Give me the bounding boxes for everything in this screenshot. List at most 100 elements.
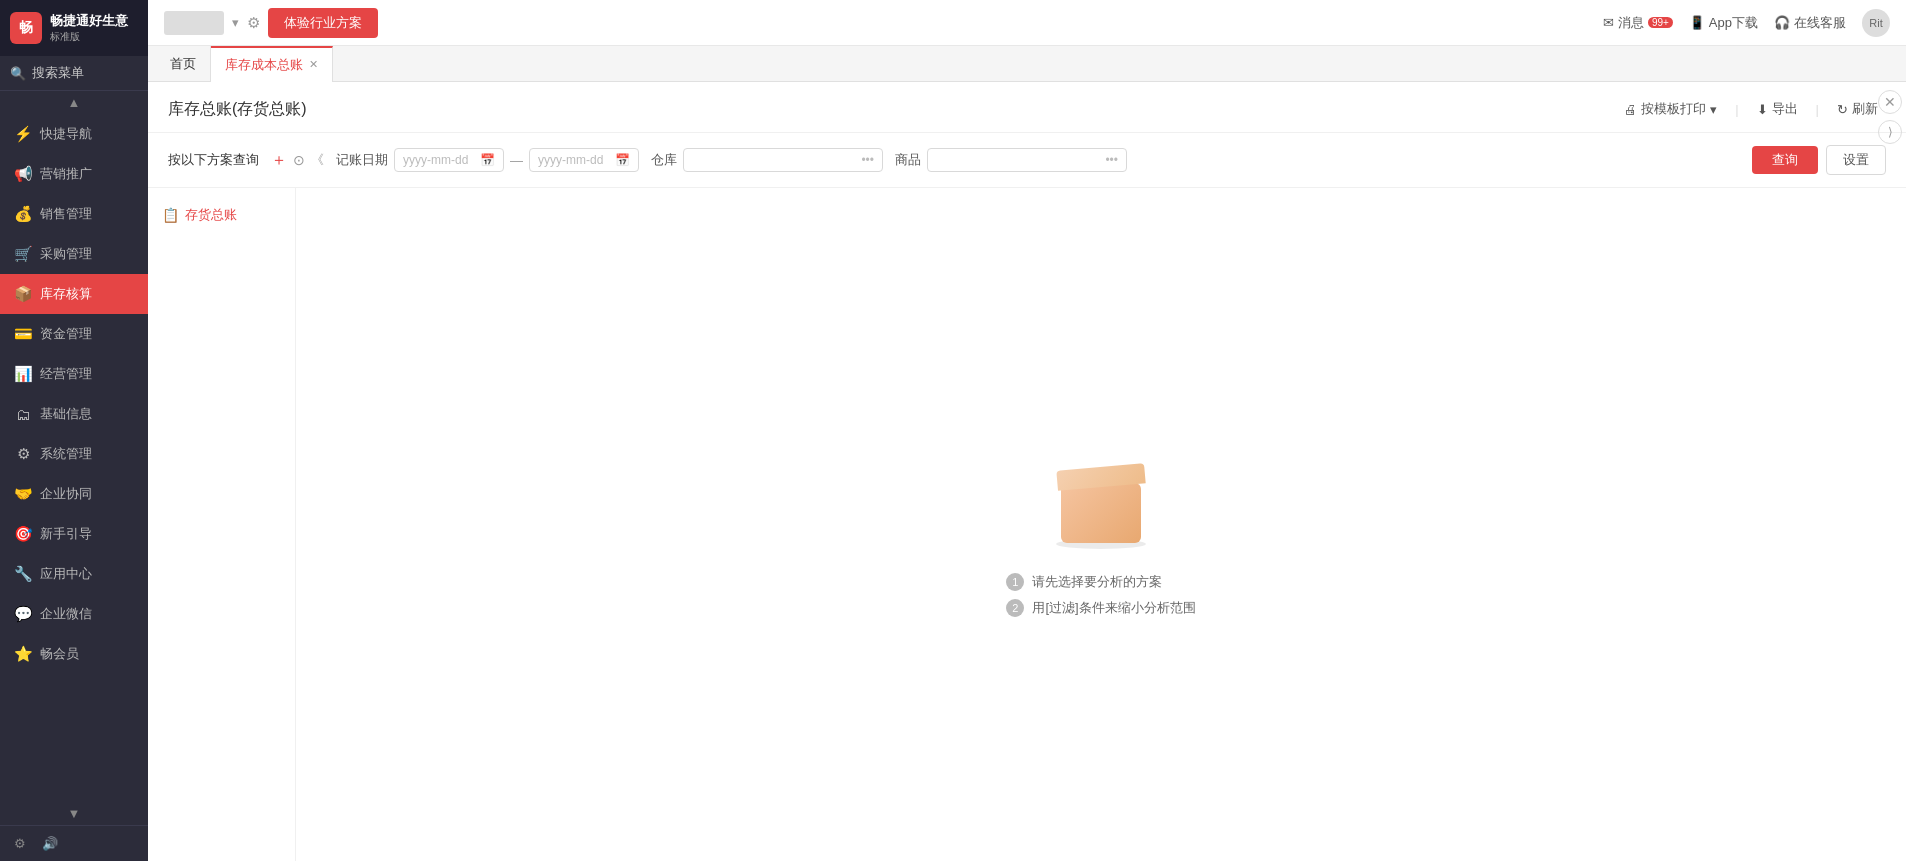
- date-end-input[interactable]: yyyy-mm-dd 📅: [529, 148, 639, 172]
- sidebar-item-finance[interactable]: 💳 资金管理: [0, 314, 148, 354]
- filter-add-button[interactable]: ＋: [271, 150, 287, 171]
- app-download-action[interactable]: 📱 App下载: [1689, 14, 1758, 32]
- sidebar-item-label: 快捷导航: [40, 125, 92, 143]
- sidebar-nav: ⚡ 快捷导航 📢 营销推广 💰 销售管理 🛒 采购管理 📦 库存核算 💳 资金管…: [0, 114, 148, 802]
- search-label: 搜索菜单: [32, 64, 84, 82]
- purchase-icon: 🛒: [14, 245, 32, 263]
- sidebar-item-label: 企业微信: [40, 605, 92, 623]
- scroll-down-btn[interactable]: ▼: [0, 802, 148, 825]
- sidebar-item-label: 经营管理: [40, 365, 92, 383]
- goods-more-icon[interactable]: •••: [1105, 153, 1118, 167]
- content-body: 📋 存货总账 1 请先选择要分析的方案 2: [148, 188, 1906, 861]
- cooperation-icon: 🤝: [14, 485, 32, 503]
- sidebar-item-newbie[interactable]: 🎯 新手引导: [0, 514, 148, 554]
- search-menu[interactable]: 🔍 搜索菜单: [0, 56, 148, 91]
- bottom-audio-icon[interactable]: 🔊: [42, 836, 58, 851]
- sidebar-item-label: 销售管理: [40, 205, 92, 223]
- filter-actions: ＋ ⊙ 《: [271, 150, 324, 171]
- quick-nav-icon: ⚡: [14, 125, 32, 143]
- panel-close-button[interactable]: ✕: [1878, 90, 1902, 114]
- filter-setting-button[interactable]: ⊙: [293, 152, 305, 168]
- topbar-settings-icon[interactable]: ⚙: [247, 14, 260, 32]
- goods-field-label: 商品: [895, 151, 921, 169]
- goods-input[interactable]: •••: [927, 148, 1127, 172]
- sidebar-item-quick-nav[interactable]: ⚡ 快捷导航: [0, 114, 148, 154]
- main-area: ▾ ⚙ 体验行业方案 ✉ 消息 99+ 📱 App下载 🎧 在线客服 Rit: [148, 0, 1906, 861]
- calendar-start-icon[interactable]: 📅: [480, 153, 495, 167]
- sidebar-item-purchase[interactable]: 🛒 采购管理: [0, 234, 148, 274]
- calendar-end-icon[interactable]: 📅: [615, 153, 630, 167]
- finance-icon: 💳: [14, 325, 32, 343]
- sidebar-item-label: 基础信息: [40, 405, 92, 423]
- sidebar-item-vip[interactable]: ⭐ 畅会员: [0, 634, 148, 674]
- sidebar-item-sales[interactable]: 💰 销售管理: [0, 194, 148, 234]
- query-button[interactable]: 查询: [1752, 146, 1818, 174]
- user-avatar[interactable]: Rit: [1862, 9, 1890, 37]
- sidebar-item-cooperation[interactable]: 🤝 企业协同: [0, 474, 148, 514]
- logo-text: 畅捷通好生意 标准版: [50, 13, 128, 43]
- warehouse-input[interactable]: •••: [683, 148, 883, 172]
- empty-tip-1: 1 请先选择要分析的方案: [1006, 573, 1195, 591]
- tip-num-2: 2: [1006, 599, 1024, 617]
- sidebar-item-label: 资金管理: [40, 325, 92, 343]
- scroll-up-btn[interactable]: ▲: [0, 91, 148, 114]
- date-start-input[interactable]: yyyy-mm-dd 📅: [394, 148, 504, 172]
- tip-text-2: 用[过滤]条件来缩小分析范围: [1032, 599, 1195, 617]
- sidebar-item-label: 库存核算: [40, 285, 92, 303]
- panel-expand-button[interactable]: ⟩: [1878, 120, 1902, 144]
- system-icon: ⚙: [14, 445, 32, 463]
- warehouse-field-label: 仓库: [651, 151, 677, 169]
- tip-text-1: 请先选择要分析的方案: [1032, 573, 1162, 591]
- filter-label: 按以下方案查询: [168, 151, 259, 169]
- sidebar-item-inventory[interactable]: 📦 库存核算: [0, 274, 148, 314]
- sidebar-item-marketing[interactable]: 📢 营销推广: [0, 154, 148, 194]
- trial-button[interactable]: 体验行业方案: [268, 8, 378, 38]
- sidebar-item-label: 系统管理: [40, 445, 92, 463]
- basic-icon: 🗂: [14, 406, 32, 423]
- sidebar-item-apps[interactable]: 🔧 应用中心: [0, 554, 148, 594]
- message-action[interactable]: ✉ 消息 99+: [1603, 14, 1673, 32]
- empty-state: 1 请先选择要分析的方案 2 用[过滤]条件来缩小分析范围: [296, 188, 1906, 861]
- sidebar-item-system[interactable]: ⚙ 系统管理: [0, 434, 148, 474]
- vip-icon: ⭐: [14, 645, 32, 663]
- sidebar-logo: 畅 畅捷通好生意 标准版: [0, 0, 148, 56]
- topbar-right: ✉ 消息 99+ 📱 App下载 🎧 在线客服 Rit: [1603, 9, 1890, 37]
- sidebar-item-wechat[interactable]: 💬 企业微信: [0, 594, 148, 634]
- print-button[interactable]: 🖨 按模板打印 ▾: [1616, 96, 1725, 122]
- sidebar-item-operations[interactable]: 📊 经营管理: [0, 354, 148, 394]
- app-badge: 标准版: [50, 30, 128, 43]
- sidebar-item-basic[interactable]: 🗂 基础信息: [0, 394, 148, 434]
- tab-inventory-cost[interactable]: 库存成本总账 ✕: [211, 46, 333, 82]
- tab-inventory-cost-label: 库存成本总账: [225, 56, 303, 74]
- app-title: 畅捷通好生意: [50, 13, 128, 30]
- bottom-settings-icon[interactable]: ⚙: [14, 836, 26, 851]
- scheme-item-inventory-general[interactable]: 📋 存货总账: [148, 198, 295, 232]
- export-label: 导出: [1772, 100, 1798, 118]
- tabs-bar: 首页 库存成本总账 ✕: [148, 46, 1906, 82]
- apps-icon: 🔧: [14, 565, 32, 583]
- topbar-brand: [164, 11, 224, 35]
- sidebar-item-label: 畅会员: [40, 645, 79, 663]
- newbie-icon: 🎯: [14, 525, 32, 543]
- tab-close-icon[interactable]: ✕: [309, 58, 318, 71]
- search-icon: 🔍: [10, 66, 26, 81]
- warehouse-more-icon[interactable]: •••: [861, 153, 874, 167]
- print-label: 按模板打印: [1641, 100, 1706, 118]
- box-body: [1061, 483, 1141, 543]
- topbar-dropdown-icon[interactable]: ▾: [232, 15, 239, 30]
- user-name: Rit: [1869, 17, 1882, 29]
- filter-area: 按以下方案查询 ＋ ⊙ 《 记账日期 yyyy-mm-dd 📅 — yyyy-m…: [148, 133, 1906, 188]
- topbar-left: ▾ ⚙ 体验行业方案: [164, 8, 1593, 38]
- online-service-label: 在线客服: [1794, 14, 1846, 32]
- operations-icon: 📊: [14, 365, 32, 383]
- empty-tips: 1 请先选择要分析的方案 2 用[过滤]条件来缩小分析范围: [1006, 573, 1195, 617]
- online-service-action[interactable]: 🎧 在线客服: [1774, 14, 1846, 32]
- phone-icon: 📱: [1689, 15, 1705, 30]
- message-badge: 99+: [1648, 17, 1673, 28]
- filter-collapse-button[interactable]: 《: [311, 151, 324, 169]
- action-separator2: |: [1816, 102, 1819, 117]
- date-field-label: 记账日期: [336, 151, 388, 169]
- export-button[interactable]: ⬇ 导出: [1749, 96, 1806, 122]
- app-download-label: App下载: [1709, 14, 1758, 32]
- tab-home[interactable]: 首页: [156, 46, 211, 82]
